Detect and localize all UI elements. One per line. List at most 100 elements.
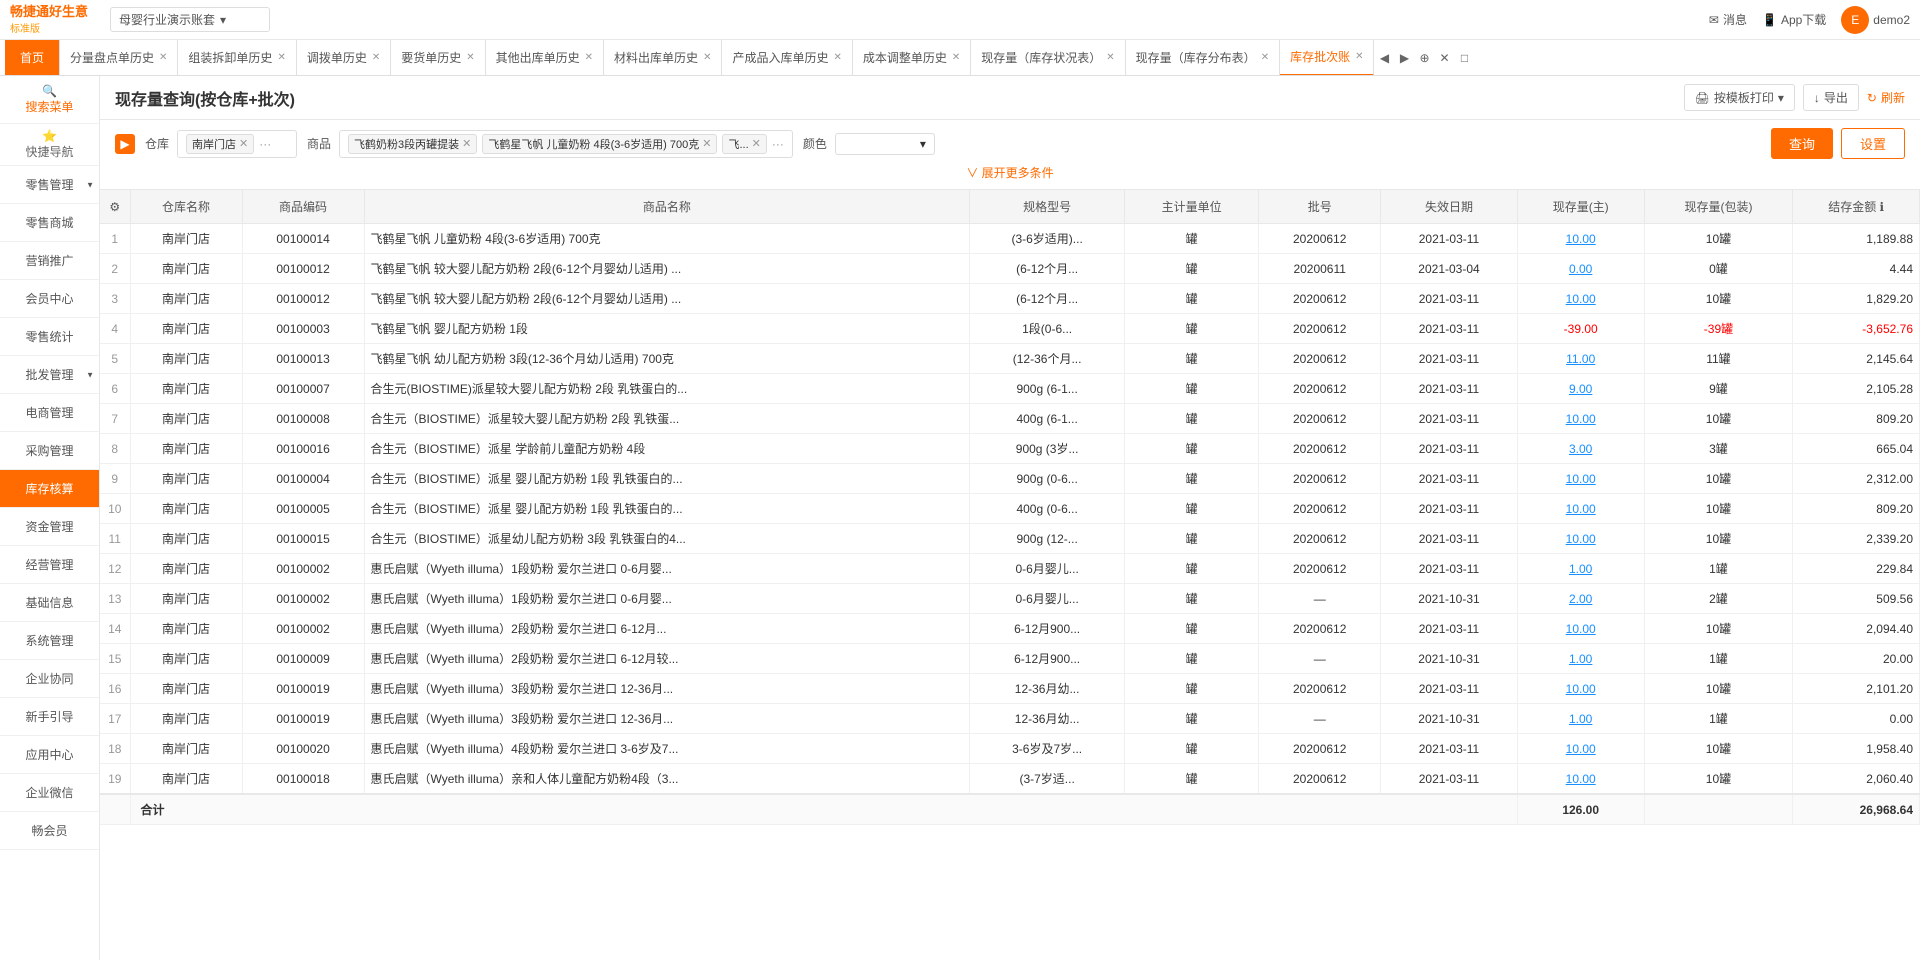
logo-text: 畅捷通好生意 xyxy=(10,4,88,20)
chevron-down-icon: ▾ xyxy=(1778,91,1784,105)
cell-batch: 20200612 xyxy=(1259,734,1381,764)
tab-close-all-btn[interactable]: ✕ xyxy=(1434,40,1454,76)
sidebar-item-ecommerce[interactable]: 电商管理 xyxy=(0,394,99,432)
tab-tiaopi[interactable]: 调拨单历史 ✕ xyxy=(297,40,391,76)
sidebar-item-basics[interactable]: 基础信息 xyxy=(0,584,99,622)
sidebar-item-retail-mgmt[interactable]: 零售管理 xyxy=(0,166,99,204)
sidebar-item-business[interactable]: 经营管理 xyxy=(0,546,99,584)
tab-close-icon[interactable]: ✕ xyxy=(159,52,167,63)
tab-zuchai[interactable]: 组装拆卸单历史 ✕ xyxy=(178,40,296,76)
tab-pianci[interactable]: 库存批次账 ✕ xyxy=(1280,40,1374,76)
tag-close-icon[interactable]: ✕ xyxy=(702,137,711,150)
sidebar-item-marketing[interactable]: 营销推广 xyxy=(0,242,99,280)
tab-cailiao[interactable]: 材料出库单历史 ✕ xyxy=(604,40,722,76)
user-area[interactable]: E demo2 xyxy=(1841,6,1910,34)
col-settings[interactable]: ⚙ xyxy=(100,190,130,224)
refresh-icon: ↻ xyxy=(1867,91,1877,105)
tab-close-icon[interactable]: ✕ xyxy=(277,52,285,63)
cell-qty-main[interactable]: 10.00 xyxy=(1517,614,1644,644)
logo-sub: 标准版 xyxy=(10,20,88,35)
tab-maximize-btn[interactable]: □ xyxy=(1454,40,1474,76)
tab-close-icon[interactable]: ✕ xyxy=(833,52,841,63)
tab-close-icon[interactable]: ✕ xyxy=(466,52,474,63)
sidebar-item-guide[interactable]: 新手引导 xyxy=(0,698,99,736)
content-area: 现存量查询(按仓库+批次) 🖨 按模板打印 ▾ ↓ 导出 ↻ 刷新 xyxy=(100,76,1920,960)
sidebar-item-member[interactable]: 会员中心 xyxy=(0,280,99,318)
sidebar-item-enterprise[interactable]: 企业协同 xyxy=(0,660,99,698)
cell-qty-main[interactable]: 10.00 xyxy=(1517,284,1644,314)
cell-code: 00100003 xyxy=(242,314,364,344)
tab-close-icon[interactable]: ✕ xyxy=(1355,51,1363,62)
tab-yaohuo[interactable]: 要货单历史 ✕ xyxy=(391,40,485,76)
filter-more-icon[interactable]: ··· xyxy=(259,137,271,151)
cell-qty-main[interactable]: 10.00 xyxy=(1517,734,1644,764)
tab-home[interactable]: 首页 xyxy=(5,40,60,76)
cell-qty-main[interactable]: 1.00 xyxy=(1517,704,1644,734)
print-btn[interactable]: 🖨 按模板打印 ▾ xyxy=(1684,84,1795,111)
tab-close-icon[interactable]: ✕ xyxy=(372,52,380,63)
tag-close-icon[interactable]: ✕ xyxy=(462,137,471,150)
sidebar-item-apps[interactable]: 应用中心 xyxy=(0,736,99,774)
query-btn[interactable]: 查询 xyxy=(1771,128,1833,159)
top-right: ✉ 消息 📱 App下载 E demo2 xyxy=(1709,6,1910,34)
product-tags[interactable]: 飞鹤奶粉3段丙罐提装 ✕ 飞鹤星飞帆 儿童奶粉 4段(3-6岁适用) 700克 … xyxy=(339,130,793,158)
tag-close-icon[interactable]: ✕ xyxy=(752,137,761,150)
sidebar: 🔍 搜索菜单 ⭐ 快捷导航 零售管理 零售商城 营销推广 会员中心 零售统计 批… xyxy=(0,76,100,960)
sidebar-item-wechat[interactable]: 企业微信 xyxy=(0,774,99,812)
tab-qita[interactable]: 其他出库单历史 ✕ xyxy=(486,40,604,76)
tag-close-icon[interactable]: ✕ xyxy=(239,137,248,150)
tab-chengpin[interactable]: 产成品入库单历史 ✕ xyxy=(722,40,852,76)
tab-close-icon[interactable]: ✕ xyxy=(1106,52,1114,63)
app-download-btn[interactable]: 📱 App下载 xyxy=(1762,11,1826,28)
tab-next-btn[interactable]: ▶ xyxy=(1394,40,1414,76)
cell-qty-main[interactable]: 10.00 xyxy=(1517,404,1644,434)
cell-qty-main[interactable]: 10.00 xyxy=(1517,494,1644,524)
export-btn[interactable]: ↓ 导出 xyxy=(1803,84,1859,111)
cell-qty-main[interactable]: 10.00 xyxy=(1517,224,1644,254)
sidebar-item-retail-stats[interactable]: 零售统计 xyxy=(0,318,99,356)
refresh-btn[interactable]: ↻ 刷新 xyxy=(1867,89,1905,106)
tab-close-icon[interactable]: ✕ xyxy=(585,52,593,63)
sidebar-item-finance[interactable]: 资金管理 xyxy=(0,508,99,546)
color-select[interactable]: ▾ xyxy=(835,133,935,155)
expand-more-btn[interactable]: ∨ 展开更多条件 xyxy=(115,164,1905,181)
sidebar-item-inventory[interactable]: 库存核算 xyxy=(0,470,99,508)
industry-selector[interactable]: 母婴行业演示账套 ▾ xyxy=(110,7,270,32)
cell-qty-main[interactable]: 10.00 xyxy=(1517,764,1644,795)
sidebar-item-system[interactable]: 系统管理 xyxy=(0,622,99,660)
filter-more-icon[interactable]: ··· xyxy=(772,137,784,151)
sidebar-quick-nav[interactable]: ⭐ 快捷导航 xyxy=(0,124,99,166)
tab-close-icon[interactable]: ✕ xyxy=(1261,52,1269,63)
cell-qty-main[interactable]: 10.00 xyxy=(1517,524,1644,554)
cell-qty-main[interactable]: -39.00 xyxy=(1517,314,1644,344)
tab-more-btn[interactable]: ⊕ xyxy=(1414,40,1434,76)
tab-prev-btn[interactable]: ◀ xyxy=(1374,40,1394,76)
cell-qty-main[interactable]: 1.00 xyxy=(1517,644,1644,674)
warehouse-tags[interactable]: 南岸门店 ✕ ··· xyxy=(177,130,297,158)
cell-qty-main[interactable]: 9.00 xyxy=(1517,374,1644,404)
sidebar-item-changyue[interactable]: 畅会员 xyxy=(0,812,99,850)
export-icon: ↓ xyxy=(1814,91,1820,105)
cell-qty-main[interactable]: 10.00 xyxy=(1517,674,1644,704)
cell-qty-main[interactable]: 3.00 xyxy=(1517,434,1644,464)
sidebar-search[interactable]: 🔍 搜索菜单 xyxy=(0,76,99,124)
tab-close-icon[interactable]: ✕ xyxy=(952,52,960,63)
message-btn[interactable]: ✉ 消息 xyxy=(1709,11,1747,28)
sidebar-item-retail-shop[interactable]: 零售商城 xyxy=(0,204,99,242)
table-container[interactable]: ⚙ 仓库名称 商品编码 商品名称 规格型号 主计量单位 批号 失效日期 现存量(… xyxy=(100,190,1920,960)
cell-qty-main[interactable]: 11.00 xyxy=(1517,344,1644,374)
cell-warehouse: 南岸门店 xyxy=(130,524,242,554)
sidebar-item-purchase[interactable]: 采购管理 xyxy=(0,432,99,470)
tab-xianzai1[interactable]: 现存量（库存状况表） ✕ xyxy=(971,40,1125,76)
tab-xianzai2[interactable]: 现存量（库存分布表） ✕ xyxy=(1126,40,1280,76)
cell-qty-main[interactable]: 10.00 xyxy=(1517,464,1644,494)
cell-qty-main[interactable]: 2.00 xyxy=(1517,584,1644,614)
expand-filter-btn[interactable]: ▶ xyxy=(115,134,135,154)
cell-qty-main[interactable]: 1.00 xyxy=(1517,554,1644,584)
tab-fenpan[interactable]: 分量盘点单历史 ✕ xyxy=(60,40,178,76)
setting-btn[interactable]: 设置 xyxy=(1841,128,1905,159)
tab-chengben[interactable]: 成本调整单历史 ✕ xyxy=(853,40,971,76)
sidebar-item-wholesale[interactable]: 批发管理 xyxy=(0,356,99,394)
tab-close-icon[interactable]: ✕ xyxy=(703,52,711,63)
cell-qty-main[interactable]: 0.00 xyxy=(1517,254,1644,284)
